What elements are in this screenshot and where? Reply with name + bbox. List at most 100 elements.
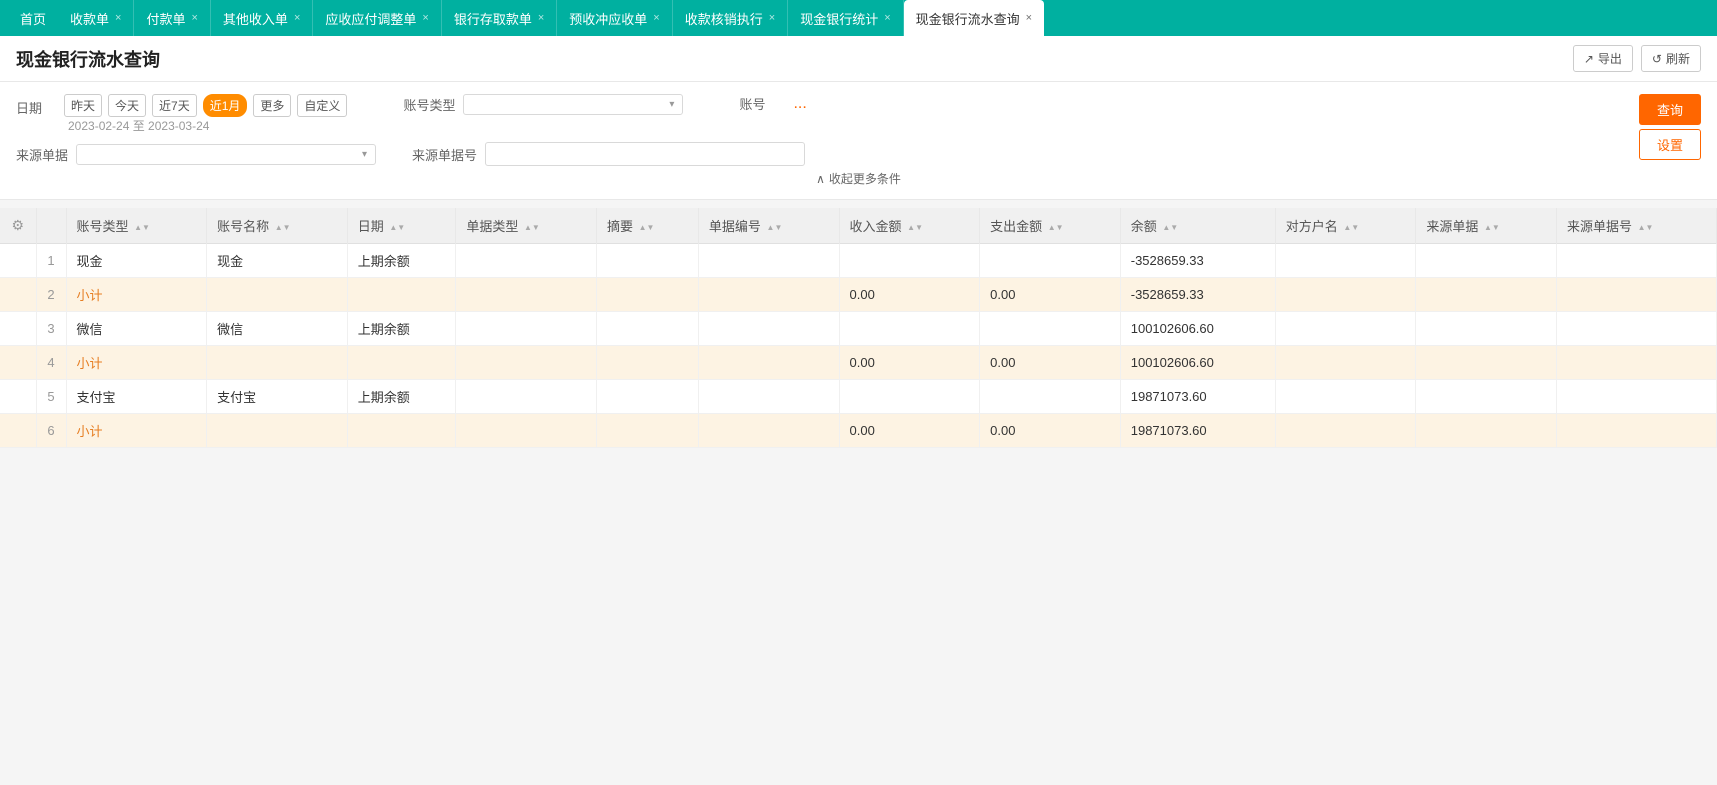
account-label: 账号 — [739, 94, 779, 113]
account-type-select[interactable]: ▾ — [463, 94, 683, 115]
row-source-doc — [1416, 380, 1557, 414]
close-icon[interactable]: × — [653, 12, 659, 24]
nav-tab-yinhang[interactable]: 银行存取款单 × — [442, 0, 557, 36]
row-doc-no — [698, 380, 839, 414]
collapse-icon: ∧ — [816, 172, 825, 186]
close-icon[interactable]: × — [422, 12, 428, 24]
row-source-doc-no — [1556, 244, 1716, 278]
source-doc-no-input[interactable] — [485, 142, 805, 166]
sort-icon: ▲▼ — [639, 223, 655, 232]
row-summary — [596, 380, 698, 414]
sort-icon: ▲▼ — [1048, 223, 1064, 232]
refresh-button[interactable]: ↺ 刷新 — [1641, 45, 1701, 72]
row-doc-no — [698, 414, 839, 448]
row-date — [347, 278, 456, 312]
table-row: 6小计0.000.0019871073.60 — [0, 414, 1717, 448]
row-income: 0.00 — [839, 346, 980, 380]
date-custom[interactable]: 自定义 — [297, 94, 347, 117]
row-num: 4 — [36, 346, 66, 380]
account-dots-button[interactable]: ... — [787, 95, 812, 113]
row-source-doc — [1416, 244, 1557, 278]
account-type-label: 账号类型 — [403, 95, 455, 114]
nav-home[interactable]: 首页 — [8, 9, 58, 28]
nav-tab-fukudan[interactable]: 付款单 × — [134, 0, 210, 36]
close-icon[interactable]: × — [1026, 12, 1032, 24]
col-source-doc-no[interactable]: 来源单据号 ▲▼ — [1556, 208, 1716, 244]
nav-tab-qita[interactable]: 其他收入单 × — [211, 0, 313, 36]
row-account-name: 现金 — [207, 244, 348, 278]
row-gear — [0, 244, 36, 278]
nav-tab-shoukuanhexiao[interactable]: 收款核销执行 × — [673, 0, 788, 36]
nav-tab-shoudan[interactable]: 收款单 × — [58, 0, 134, 36]
settings-button[interactable]: 设置 — [1639, 129, 1701, 160]
close-icon[interactable]: × — [769, 12, 775, 24]
col-expense[interactable]: 支出金额 ▲▼ — [980, 208, 1121, 244]
col-balance[interactable]: 余额 ▲▼ — [1120, 208, 1275, 244]
close-icon[interactable]: × — [538, 12, 544, 24]
gear-icon[interactable]: ⚙ — [11, 217, 24, 233]
col-date[interactable]: 日期 ▲▼ — [347, 208, 456, 244]
col-source-doc[interactable]: 来源单据 ▲▼ — [1416, 208, 1557, 244]
row-expense — [980, 244, 1121, 278]
close-icon[interactable]: × — [115, 12, 121, 24]
row-income — [839, 380, 980, 414]
row-num: 1 — [36, 244, 66, 278]
row-source-doc-no — [1556, 380, 1716, 414]
row-num: 5 — [36, 380, 66, 414]
table-header-row: ⚙ 账号类型 ▲▼ 账号名称 ▲▼ 日期 ▲▼ 单据类型 ▲▼ — [0, 208, 1717, 244]
close-icon[interactable]: × — [884, 12, 890, 24]
date-filter-group: 昨天 今天 近7天 近1月 更多 自定义 2023-02-24 至 2023-0… — [64, 94, 347, 134]
col-doc-no[interactable]: 单据编号 ▲▼ — [698, 208, 839, 244]
collapse-button[interactable]: ∧ 收起更多条件 — [816, 170, 901, 187]
table-row: 5支付宝支付宝上期余额19871073.60 — [0, 380, 1717, 414]
row-account-name — [207, 414, 348, 448]
row-num: 6 — [36, 414, 66, 448]
col-account-type[interactable]: 账号类型 ▲▼ — [66, 208, 207, 244]
row-doc-type — [456, 414, 597, 448]
table-row: 4小计0.000.00100102606.60 — [0, 346, 1717, 380]
data-table: ⚙ 账号类型 ▲▼ 账号名称 ▲▼ 日期 ▲▼ 单据类型 ▲▼ — [0, 208, 1717, 448]
date-1month[interactable]: 近1月 — [203, 94, 248, 117]
row-balance: 19871073.60 — [1120, 414, 1275, 448]
close-icon[interactable]: × — [191, 12, 197, 24]
row-doc-no — [698, 278, 839, 312]
page-header: 现金银行流水查询 ↗ 导出 ↺ 刷新 — [0, 36, 1717, 82]
col-counterpart[interactable]: 对方户名 ▲▼ — [1275, 208, 1416, 244]
nav-tab-tongji[interactable]: 现金银行统计 × — [788, 0, 903, 36]
row-expense: 0.00 — [980, 414, 1121, 448]
sort-icon: ▲▼ — [389, 223, 405, 232]
header-actions: ↗ 导出 ↺ 刷新 — [1573, 45, 1701, 72]
nav-tab-yushou[interactable]: 预收冲应收单 × — [557, 0, 672, 36]
row-summary — [596, 346, 698, 380]
col-account-name[interactable]: 账号名称 ▲▼ — [207, 208, 348, 244]
date-today[interactable]: 今天 — [108, 94, 146, 117]
row-doc-type — [456, 380, 597, 414]
row-account-type: 小计 — [66, 346, 207, 380]
row-balance: 100102606.60 — [1120, 346, 1275, 380]
row-doc-type — [456, 278, 597, 312]
row-summary — [596, 312, 698, 346]
nav-tab-liushui[interactable]: 现金银行流水查询 × — [904, 0, 1044, 36]
query-button[interactable]: 查询 — [1639, 94, 1701, 125]
row-gear — [0, 346, 36, 380]
col-doc-type[interactable]: 单据类型 ▲▼ — [456, 208, 597, 244]
row-doc-no — [698, 244, 839, 278]
nav-tab-yingshouzhengtiao[interactable]: 应收应付调整单 × — [313, 0, 441, 36]
top-nav: 首页 收款单 × 付款单 × 其他收入单 × 应收应付调整单 × 银行存取款单 … — [0, 0, 1717, 36]
row-counterpart — [1275, 278, 1416, 312]
row-income — [839, 244, 980, 278]
gear-column-header[interactable]: ⚙ — [0, 208, 36, 244]
export-button[interactable]: ↗ 导出 — [1573, 45, 1633, 72]
date-yesterday[interactable]: 昨天 — [64, 94, 102, 117]
date-7days[interactable]: 近7天 — [152, 94, 197, 117]
source-doc-select[interactable]: ▾ — [76, 144, 376, 165]
row-balance: -3528659.33 — [1120, 244, 1275, 278]
close-icon[interactable]: × — [294, 12, 300, 24]
sort-icon: ▲▼ — [524, 223, 540, 232]
col-income[interactable]: 收入金额 ▲▼ — [839, 208, 980, 244]
row-source-doc — [1416, 346, 1557, 380]
row-counterpart — [1275, 346, 1416, 380]
col-summary[interactable]: 摘要 ▲▼ — [596, 208, 698, 244]
date-more[interactable]: 更多 — [253, 94, 291, 117]
row-balance: -3528659.33 — [1120, 278, 1275, 312]
